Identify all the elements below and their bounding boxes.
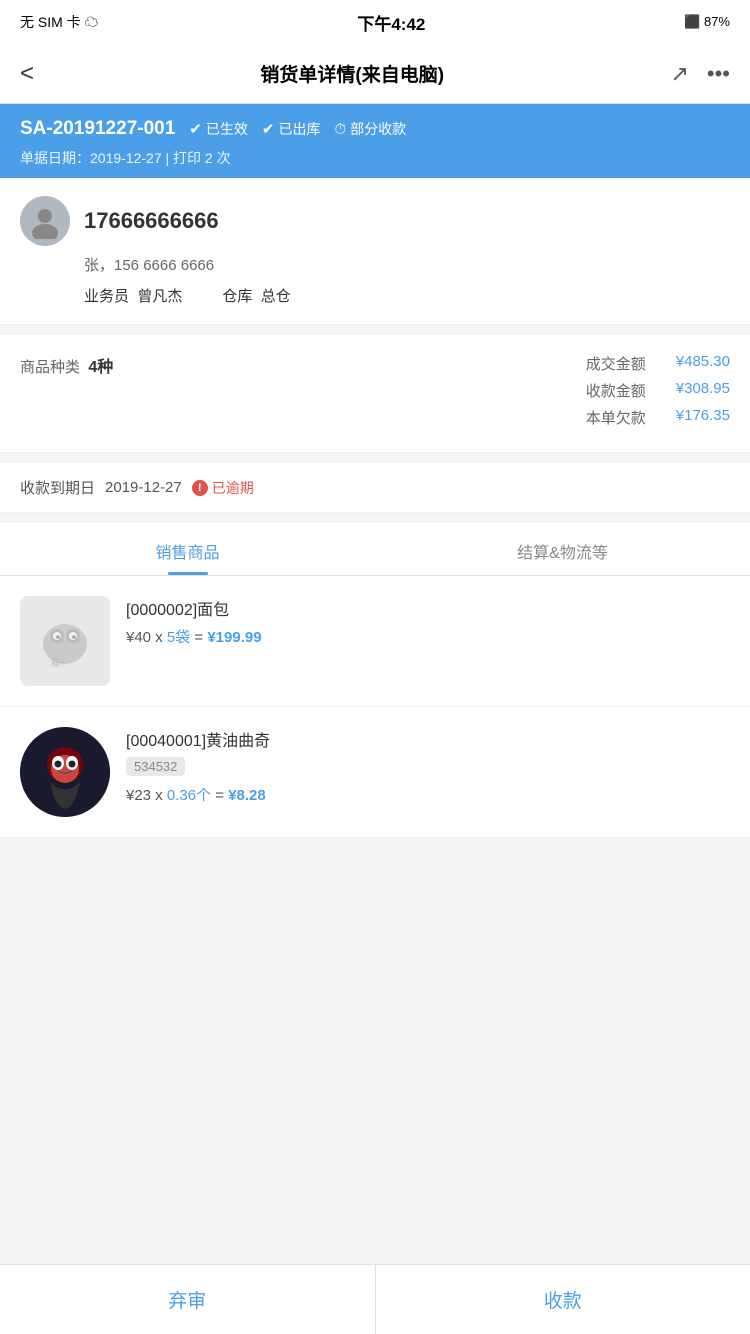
product-name-1: [0000002]面包 (126, 596, 730, 620)
abandon-review-label: 弃审 (168, 1286, 206, 1313)
status-right: ⬛ 87% (684, 14, 730, 30)
amount-summary: 成交金额 ¥485.30 收款金额 ¥308.95 本单欠款 ¥176.35 (586, 353, 730, 434)
page-title: 销货单详情(来自电脑) (260, 60, 444, 87)
status-effected-label: 已生效 (206, 119, 248, 139)
product-info-2: [00040001]黄油曲奇 534532 ¥23 x 0.36个 = ¥8.2… (126, 727, 730, 805)
status-shipped: ✔ 已出库 (262, 119, 321, 139)
abandon-review-button[interactable]: 弃审 (0, 1265, 376, 1334)
clock-icon: ⏱ (334, 121, 346, 138)
product-info-1: [0000002]面包 ¥40 x 5袋 = ¥199.99 (126, 596, 730, 647)
product-qty-1: 5袋 (167, 629, 190, 646)
salesperson-label: 业务员 (84, 288, 133, 305)
product-image-2 (20, 727, 110, 817)
overdue-label: 已逾期 (212, 478, 254, 498)
customer-name: 张，156 6666 6666 (20, 254, 730, 275)
order-date-row: 单据日期：2019-12-27 | 打印 2 次 (20, 148, 730, 168)
received-amount-label: 收款金额 (586, 380, 646, 401)
product-price-1: ¥40 x 5袋 = ¥199.99 (126, 626, 730, 647)
salesperson-info: 业务员 曾凡杰 (84, 285, 182, 306)
due-date-label: 收款到期日 (20, 477, 95, 498)
battery-icon: ⬛ 87% (684, 14, 730, 30)
salesperson-value: 曾凡杰 (137, 288, 182, 305)
date-label: 单据日期：2019-12-27 | 打印 2 次 (20, 150, 231, 166)
tab-sales-label: 销售商品 (155, 545, 219, 562)
category-label: 商品种类 4种 (20, 353, 113, 377)
product-price-2: ¥23 x 0.36个 = ¥8.28 (126, 784, 730, 805)
deal-amount-label: 成交金额 (586, 353, 646, 374)
warehouse-label: 仓库 (222, 288, 256, 305)
product-image-1: 猫+ (20, 596, 110, 686)
check-icon-2: ✔ (262, 120, 275, 138)
tab-underline (168, 572, 208, 575)
nav-icons: ↗ ••• (670, 61, 730, 87)
more-icon[interactable]: ••• (707, 61, 730, 87)
tab-sales-products[interactable]: 销售商品 (0, 523, 375, 575)
status-time: 下午4:42 (357, 10, 425, 35)
status-effected: ✔ 已生效 (189, 119, 248, 139)
customer-phone: 17666666666 (84, 208, 219, 234)
owed-amount-value: ¥176.35 (676, 407, 730, 428)
tab-settlement-label: 结算&物流等 (517, 545, 608, 562)
summary-section: 商品种类 4种 成交金额 ¥485.30 收款金额 ¥308.95 本单欠款 ¥… (0, 335, 750, 453)
due-date-value: 2019-12-27 (105, 479, 182, 496)
warehouse-value: 总仓 (261, 288, 291, 305)
deal-amount-row: 成交金额 ¥485.30 (586, 353, 730, 374)
product-name-2: [00040001]黄油曲奇 (126, 727, 730, 751)
received-amount-value: ¥308.95 (676, 380, 730, 401)
product-total-1: ¥199.99 (207, 629, 261, 646)
product-item: 猫+ [0000002]面包 ¥40 x 5袋 = ¥199.99 (0, 576, 750, 707)
svg-text:猫+: 猫+ (51, 657, 65, 668)
product-item-2: [00040001]黄油曲奇 534532 ¥23 x 0.36个 = ¥8.2… (0, 707, 750, 838)
overdue-icon: ! (192, 480, 208, 496)
customer-meta: 业务员 曾凡杰 仓库 总仓 (20, 285, 730, 306)
customer-top: 17666666666 (20, 196, 730, 246)
product-sku-2: 534532 (126, 757, 185, 776)
status-left: 无 SIM 卡 ☁ (20, 12, 99, 32)
bottom-bar: 弃审 收款 (0, 1264, 750, 1334)
overdue-badge: ! 已逾期 (192, 478, 254, 498)
status-shipped-label: 已出库 (278, 119, 320, 139)
tabs-row: 销售商品 结算&物流等 (0, 523, 750, 575)
order-banner-top: SA-20191227-001 ✔ 已生效 ✔ 已出库 ⏱ 部分收款 (20, 118, 730, 140)
product-qty-2: 0.36个 (167, 787, 211, 804)
collect-payment-label: 收款 (544, 1286, 582, 1313)
received-amount-row: 收款金额 ¥308.95 (586, 380, 730, 401)
check-icon-1: ✔ (189, 120, 202, 138)
warehouse-info: 仓库 总仓 (222, 285, 290, 306)
nav-bar: < 销货单详情(来自电脑) ↗ ••• (0, 44, 750, 104)
customer-section: 17666666666 张，156 6666 6666 业务员 曾凡杰 仓库 总… (0, 178, 750, 325)
products-section: 猫+ [0000002]面包 ¥40 x 5袋 = ¥199.99 (0, 576, 750, 838)
status-bar: 无 SIM 卡 ☁ 下午4:42 ⬛ 87% (0, 0, 750, 44)
avatar (20, 196, 70, 246)
collect-payment-button[interactable]: 收款 (376, 1265, 750, 1334)
product-total-2: ¥8.28 (228, 787, 266, 804)
back-button[interactable]: < (20, 60, 34, 88)
order-number: SA-20191227-001 (20, 118, 175, 140)
owed-amount-label: 本单欠款 (586, 407, 646, 428)
tabs-section: 销售商品 结算&物流等 (0, 523, 750, 576)
category-info: 商品种类 4种 (20, 353, 113, 377)
owed-amount-row: 本单欠款 ¥176.35 (586, 407, 730, 428)
deal-amount-value: ¥485.30 (676, 353, 730, 374)
share-icon[interactable]: ↗ (670, 61, 688, 87)
order-banner: SA-20191227-001 ✔ 已生效 ✔ 已出库 ⏱ 部分收款 单据日期：… (0, 104, 750, 178)
status-partial: ⏱ 部分收款 (334, 119, 406, 139)
due-date-section: 收款到期日 2019-12-27 ! 已逾期 (0, 463, 750, 513)
tab-settlement[interactable]: 结算&物流等 (375, 523, 750, 575)
status-partial-label: 部分收款 (350, 119, 406, 139)
category-count: 4种 (88, 359, 113, 376)
